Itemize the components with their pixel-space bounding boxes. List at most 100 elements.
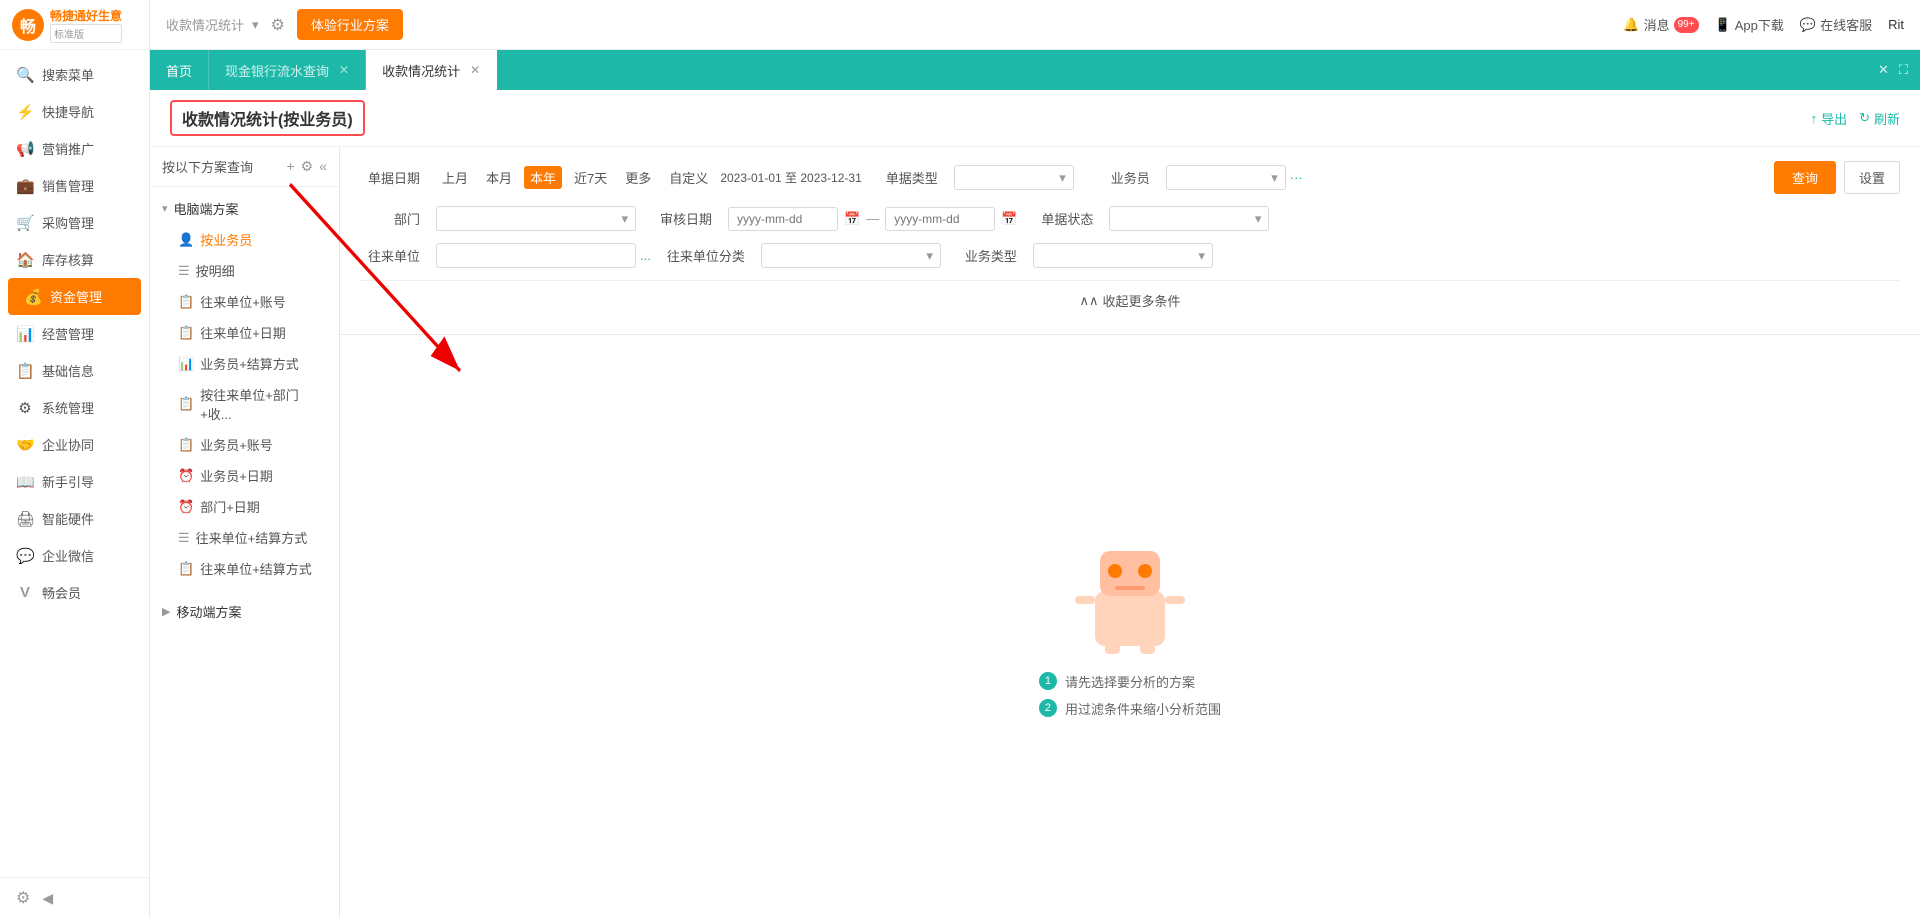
sidebar-item-purchase[interactable]: 🛒 采购管理: [0, 204, 149, 241]
tree-mobile-arrow: ▶: [162, 605, 170, 618]
tree-item-partner-account[interactable]: 📋 往来单位+账号: [150, 286, 339, 317]
salesperson-more-icon[interactable]: ···: [1290, 170, 1303, 185]
export-button[interactable]: ↑ 导出: [1811, 109, 1848, 128]
trial-button[interactable]: 体验行业方案: [297, 9, 403, 40]
tabbar-close-icon[interactable]: ✕: [1878, 62, 1889, 78]
sales-icon: 💼: [16, 177, 34, 195]
breadcrumb-dropdown-icon[interactable]: ▾: [252, 17, 259, 33]
dept-select[interactable]: [436, 206, 636, 231]
tree-item-partner-date[interactable]: 📋 往来单位+日期: [150, 317, 339, 348]
partner-account-icon: 📋: [178, 294, 194, 310]
partner-dept-icon: 📋: [178, 396, 194, 412]
sidebar-item-guide[interactable]: 📖 新手引导: [0, 463, 149, 500]
tab-home[interactable]: 首页: [150, 50, 209, 90]
partner-more-icon[interactable]: ...: [640, 248, 651, 263]
tab-receipt-stats[interactable]: 收款情况统计 ✕: [366, 50, 497, 90]
tab-bank-flow-close[interactable]: ✕: [339, 63, 349, 77]
hint-num-1: 1: [1039, 672, 1057, 690]
tab-receipt-stats-close[interactable]: ✕: [470, 63, 480, 77]
guide-icon: 📖: [16, 473, 34, 491]
tree-desktop-header[interactable]: ▾ 电脑端方案: [150, 193, 339, 224]
sidebar-toggle-icon[interactable]: ◀: [42, 890, 53, 907]
notifications-btn[interactable]: 🔔 消息 99+: [1623, 15, 1698, 34]
online-service-btn[interactable]: 💬 在线客服: [1800, 15, 1872, 34]
page-title: 收款情况统计(按业务员): [170, 100, 365, 136]
audit-date-start[interactable]: [728, 207, 838, 231]
query-button[interactable]: 查询: [1774, 161, 1836, 194]
add-scheme-icon[interactable]: +: [286, 158, 294, 175]
calendar-icon-end[interactable]: 📅: [1001, 211, 1017, 227]
doc-status-label: 单据状态: [1033, 209, 1093, 228]
audit-date-end[interactable]: [885, 207, 995, 231]
sidebar-item-base-info[interactable]: 📋 基础信息: [0, 352, 149, 389]
sidebar-item-member[interactable]: V 畅会员: [0, 574, 149, 611]
tree-item-by-detail[interactable]: ☰ 按明细: [150, 255, 339, 286]
sidebar-settings-icon[interactable]: ⚙: [16, 888, 30, 908]
sidebar-item-wechat[interactable]: 💬 企业微信: [0, 537, 149, 574]
collapse-bar[interactable]: ∧∧ 收起更多条件: [360, 280, 1900, 320]
tree-item-partner-settle1[interactable]: ☰ 往来单位+结算方式: [150, 522, 339, 553]
notifications-badge: 99+: [1674, 17, 1699, 33]
salesperson-select-wrap: [1166, 165, 1286, 190]
sidebar-item-search-menu[interactable]: 🔍 搜索菜单: [0, 56, 149, 93]
salesperson-select[interactable]: [1166, 165, 1286, 190]
sidebar-item-quick-nav[interactable]: ⚡ 快捷导航: [0, 93, 149, 130]
shortcut-custom[interactable]: 自定义: [663, 166, 714, 189]
tree-item-partner-dept[interactable]: 📋 按往来单位+部门+收...: [150, 379, 339, 429]
refresh-button[interactable]: ↻ 刷新: [1859, 109, 1900, 128]
sidebar-item-inventory[interactable]: 🏠 库存核算: [0, 241, 149, 278]
tree-item-dept-date[interactable]: ⏰ 部门+日期: [150, 491, 339, 522]
tab-bank-flow[interactable]: 现金银行流水查询 ✕: [209, 50, 366, 90]
filter-settings-button[interactable]: 设置: [1844, 161, 1900, 194]
sidebar-item-cooperation[interactable]: 🤝 企业协同: [0, 426, 149, 463]
shortcut-this-month[interactable]: 本月: [480, 166, 518, 189]
refresh-icon: ↻: [1859, 110, 1870, 126]
cooperation-icon: 🤝: [16, 436, 34, 454]
partner-date-icon: 📋: [178, 325, 194, 341]
tree-item-salesperson-settle[interactable]: 📊 业务员+结算方式: [150, 348, 339, 379]
sidebar-item-sales[interactable]: 💼 销售管理: [0, 167, 149, 204]
notifications-icon: 🔔: [1623, 17, 1639, 33]
sidebar-item-marketing[interactable]: 📢 营销推广: [0, 130, 149, 167]
search-menu-icon: 🔍: [16, 66, 34, 84]
empty-hint-2: 2 用过滤条件来缩小分析范围: [1039, 699, 1221, 718]
sidebar-item-finance[interactable]: 💰 资金管理: [8, 278, 141, 315]
doc-type-select[interactable]: [954, 165, 1074, 190]
salesperson-field-wrap: ···: [1166, 165, 1303, 190]
tree-item-partner-settle2[interactable]: 📋 往来单位+结算方式: [150, 553, 339, 584]
marketing-icon: 📢: [16, 140, 34, 158]
shortcut-last-month[interactable]: 上月: [436, 166, 474, 189]
collapse-panel-icon[interactable]: «: [319, 158, 327, 175]
logo-text: 畅捷通好生意 标准版: [50, 7, 122, 43]
app-download-btn[interactable]: 📱 App下载: [1715, 15, 1784, 34]
tree-item-salesperson-date[interactable]: ⏰ 业务员+日期: [150, 460, 339, 491]
tree-mobile-header[interactable]: ▶ 移动端方案: [150, 596, 339, 627]
filter-row-2: 部门 审核日期 📅 — 📅 单据状态: [360, 206, 1900, 231]
audit-date-label: 审核日期: [652, 209, 712, 228]
empty-hints: 1 请先选择要分析的方案 2 用过滤条件来缩小分析范围: [1039, 672, 1221, 718]
sidebar-footer: ⚙ ◀: [0, 877, 149, 918]
shortcut-this-year[interactable]: 本年: [524, 166, 562, 189]
empty-robot-illustration: [1070, 536, 1190, 656]
tree-item-by-salesperson[interactable]: 👤 按业务员: [150, 224, 339, 255]
calendar-icon-start[interactable]: 📅: [844, 211, 860, 227]
detail-icon: ☰: [178, 263, 190, 279]
shortcut-more[interactable]: 更多: [619, 166, 657, 189]
biz-type-select[interactable]: [1033, 243, 1213, 268]
scheme-settings-icon[interactable]: ⚙: [301, 158, 314, 175]
doc-status-select[interactable]: [1109, 206, 1269, 231]
sidebar-item-operation[interactable]: 📊 经营管理: [0, 315, 149, 352]
sidebar-item-system[interactable]: ⚙ 系统管理: [0, 389, 149, 426]
tabbar-expand-icon[interactable]: ⛶: [1899, 62, 1908, 78]
shortcut-last-7[interactable]: 近7天: [568, 166, 613, 189]
base-info-icon: 📋: [16, 362, 34, 380]
right-panel: 单据日期 上月 本月 本年 近7天 更多 自定义 2023-01-01 至 20…: [340, 147, 1920, 918]
sidebar-item-smart-hw[interactable]: 🖨 智能硬件: [0, 500, 149, 537]
topbar-settings-icon[interactable]: ⚙: [271, 15, 285, 35]
biz-type-label: 业务类型: [957, 246, 1017, 265]
partner-type-select[interactable]: [761, 243, 941, 268]
tabbar: 首页 现金银行流水查询 ✕ 收款情况统计 ✕ ✕ ⛶: [150, 50, 1920, 90]
tree-item-salesperson-account[interactable]: 📋 业务员+账号: [150, 429, 339, 460]
partner-input[interactable]: [436, 243, 636, 268]
date-label: 单据日期: [360, 168, 420, 187]
